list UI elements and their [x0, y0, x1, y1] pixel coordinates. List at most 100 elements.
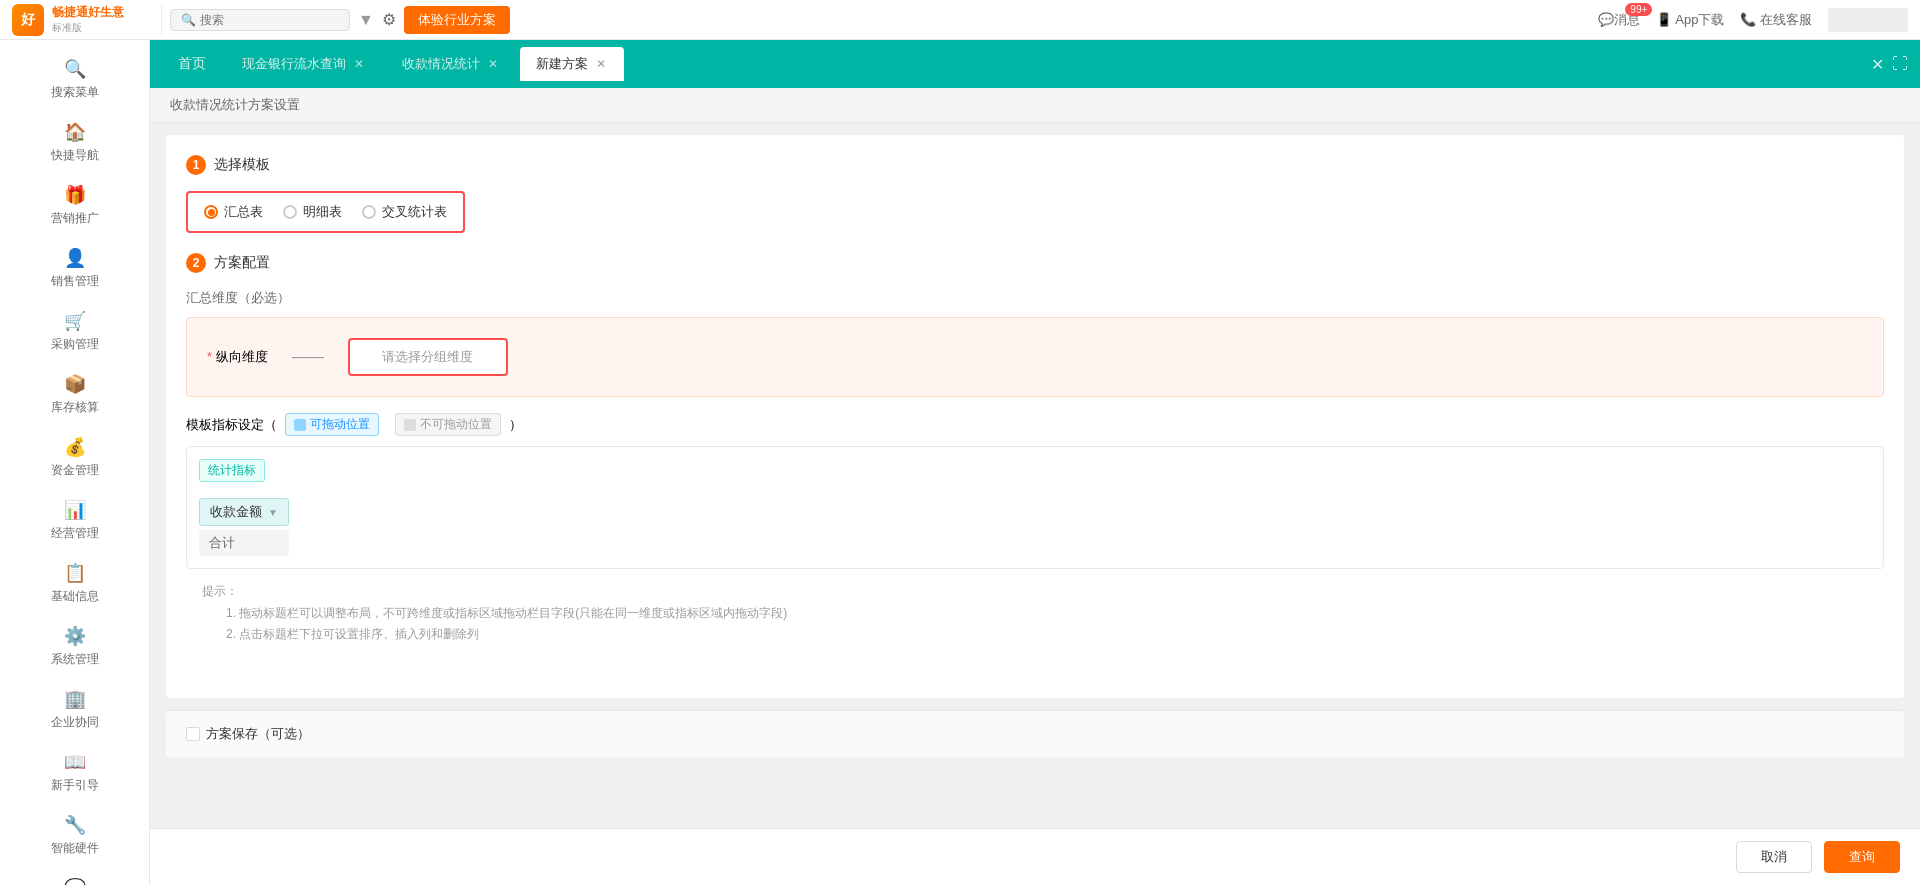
non-draggable-label: 不可拖动位置	[420, 416, 492, 433]
sidebar-item-finance[interactable]: 💰 资金管理	[0, 426, 149, 489]
dimension-placeholder[interactable]: 请选择分组维度	[348, 338, 508, 376]
step1-section: 1 选择模板 汇总表 明细表	[186, 155, 1884, 233]
sidebar-item-inventory[interactable]: 📦 库存核算	[0, 363, 149, 426]
app-icon: 📱	[1656, 12, 1672, 27]
draggable-label: 可拖动位置	[310, 416, 370, 433]
indicator-settings-row: 模板指标设定（ 可拖动位置 不可拖动位置 ）	[186, 413, 1884, 436]
step1-header: 1 选择模板	[186, 155, 1884, 175]
save-checkbox-item[interactable]: 方案保存（可选）	[186, 725, 310, 743]
tab-receipt-stats-label: 收款情况统计	[402, 55, 480, 73]
step2-section: 2 方案配置 汇总维度（必选） * 纵向维度 —— 请选择分组维度	[186, 253, 1884, 658]
tab-close-all-icon[interactable]: ✕	[1871, 55, 1884, 74]
tab-receipt-stats-close[interactable]: ✕	[486, 57, 500, 71]
enterprise-icon: 🏢	[64, 688, 86, 710]
tips-title: 提示：	[202, 581, 1868, 603]
step2-title: 方案配置	[214, 254, 270, 272]
user-avatar[interactable]	[1828, 8, 1908, 32]
radio-cross-label: 交叉统计表	[382, 203, 447, 221]
radio-cross-circle	[362, 205, 376, 219]
content-area: 首页 现金银行流水查询 ✕ 收款情况统计 ✕ 新建方案 ✕ ✕ ⛶	[150, 40, 1920, 885]
tab-new-plan-label: 新建方案	[536, 55, 588, 73]
sidebar-item-label-system: 系统管理	[51, 651, 99, 668]
trial-button[interactable]: 体验行业方案	[404, 6, 510, 34]
radio-cross[interactable]: 交叉统计表	[362, 203, 447, 221]
sidebar-item-quick-nav[interactable]: 🏠 快捷导航	[0, 111, 149, 174]
stats-col-header: 统计指标	[199, 459, 289, 490]
online-support-area[interactable]: 📞 在线客服	[1740, 11, 1812, 29]
main-layout: 🔍 搜索菜单 🏠 快捷导航 🎁 营销推广 👤 销售管理 🛒 采购管理 📦 库存核…	[0, 40, 1920, 885]
radio-summary[interactable]: 汇总表	[204, 203, 263, 221]
bottom-bar: 取消 查询	[150, 828, 1920, 885]
search-input[interactable]	[200, 13, 330, 27]
sidebar-item-label-hardware: 智能硬件	[51, 840, 99, 857]
logo-icon: 好	[12, 4, 44, 36]
sidebar-item-wechat[interactable]: 💬 企业微信	[0, 867, 149, 885]
metric-dropdown-icon: ▼	[268, 507, 278, 518]
system-icon: ⚙️	[64, 625, 86, 647]
logo-sub: 标准版	[52, 21, 124, 35]
sidebar-item-label-sales: 销售管理	[51, 273, 99, 290]
tab-bank-flow[interactable]: 现金银行流水查询 ✕	[226, 47, 382, 81]
tab-bar-right: ✕ ⛶	[1871, 55, 1908, 74]
radio-detail-circle	[283, 205, 297, 219]
sidebar-item-label-quick-nav: 快捷导航	[51, 147, 99, 164]
sidebar-item-label-basic: 基础信息	[51, 588, 99, 605]
sidebar-item-enterprise[interactable]: 🏢 企业协同	[0, 678, 149, 741]
tab-home-label: 首页	[178, 55, 206, 73]
dimension-label: 汇总维度（必选）	[186, 289, 1884, 307]
indicator-table: 统计指标 收款金额 ▼ 合计	[186, 446, 1884, 569]
app-download-area[interactable]: 📱 App下载	[1656, 11, 1724, 29]
metric-tag-amount[interactable]: 收款金额 ▼	[199, 498, 289, 526]
operation-icon: 📊	[64, 499, 86, 521]
main-card: 1 选择模板 汇总表 明细表	[166, 135, 1904, 698]
top-bar-left: 好 畅捷通好生意 标准版 🔍 ▼ ⚙ 体验行业方案	[12, 4, 1590, 36]
sidebar-item-guide[interactable]: 📖 新手引导	[0, 741, 149, 804]
sidebar-item-system[interactable]: ⚙️ 系统管理	[0, 615, 149, 678]
tab-new-plan[interactable]: 新建方案 ✕	[520, 47, 624, 81]
save-checkbox[interactable]	[186, 727, 200, 741]
sidebar-item-label-inventory: 库存核算	[51, 399, 99, 416]
sidebar-item-sales[interactable]: 👤 销售管理	[0, 237, 149, 300]
sidebar-item-label-marketing: 营销推广	[51, 210, 99, 227]
tab-home[interactable]: 首页	[162, 47, 222, 81]
metric-item: 收款金额 ▼ 合计	[199, 498, 289, 556]
search-bar[interactable]: 🔍	[170, 9, 350, 31]
step2-num: 2	[186, 253, 206, 273]
tab-receipt-stats[interactable]: 收款情况统计 ✕	[386, 47, 516, 81]
dropdown-icon[interactable]: ▼	[358, 11, 374, 29]
basic-icon: 📋	[64, 562, 86, 584]
sidebar-item-label-search-menu: 搜索菜单	[51, 84, 99, 101]
step2-header: 2 方案配置	[186, 253, 1884, 273]
sidebar-item-hardware[interactable]: 🔧 智能硬件	[0, 804, 149, 867]
inventory-icon: 📦	[64, 373, 86, 395]
sales-icon: 👤	[64, 247, 86, 269]
template-selector: 汇总表 明细表 交叉统计表	[186, 191, 465, 233]
stats-label: 统计指标	[199, 459, 265, 482]
tab-expand-icon[interactable]: ⛶	[1892, 55, 1908, 73]
tab-bank-flow-close[interactable]: ✕	[352, 57, 366, 71]
message-icon: 💬	[1598, 12, 1614, 27]
cancel-button[interactable]: 取消	[1736, 841, 1812, 873]
sidebar-item-label-enterprise: 企业协同	[51, 714, 99, 731]
sidebar-item-marketing[interactable]: 🎁 营销推广	[0, 174, 149, 237]
tab-bank-flow-label: 现金银行流水查询	[242, 55, 346, 73]
notification-area[interactable]: 💬 消息 99+	[1598, 11, 1640, 29]
query-button[interactable]: 查询	[1824, 841, 1900, 873]
vertical-label: 纵向维度	[216, 349, 268, 364]
sidebar-item-operation[interactable]: 📊 经营管理	[0, 489, 149, 552]
tab-bar: 首页 现金银行流水查询 ✕ 收款情况统计 ✕ 新建方案 ✕ ✕ ⛶	[150, 40, 1920, 88]
page-content: 收款情况统计方案设置 1 选择模板 汇总表	[150, 88, 1920, 828]
tab-new-plan-close[interactable]: ✕	[594, 57, 608, 71]
sidebar-item-basic[interactable]: 📋 基础信息	[0, 552, 149, 615]
draggable-icon	[294, 419, 306, 431]
sidebar-item-search-menu[interactable]: 🔍 搜索菜单	[0, 48, 149, 111]
sidebar-item-purchase[interactable]: 🛒 采购管理	[0, 300, 149, 363]
wechat-icon: 💬	[64, 877, 86, 885]
gear-icon[interactable]: ⚙	[382, 10, 396, 29]
save-checkbox-label: 方案保存（可选）	[206, 725, 310, 743]
step1-title: 选择模板	[214, 156, 270, 174]
radio-detail[interactable]: 明细表	[283, 203, 342, 221]
search-menu-icon: 🔍	[64, 58, 86, 80]
hardware-icon: 🔧	[64, 814, 86, 836]
dimension-area: * 纵向维度 —— 请选择分组维度	[186, 317, 1884, 397]
